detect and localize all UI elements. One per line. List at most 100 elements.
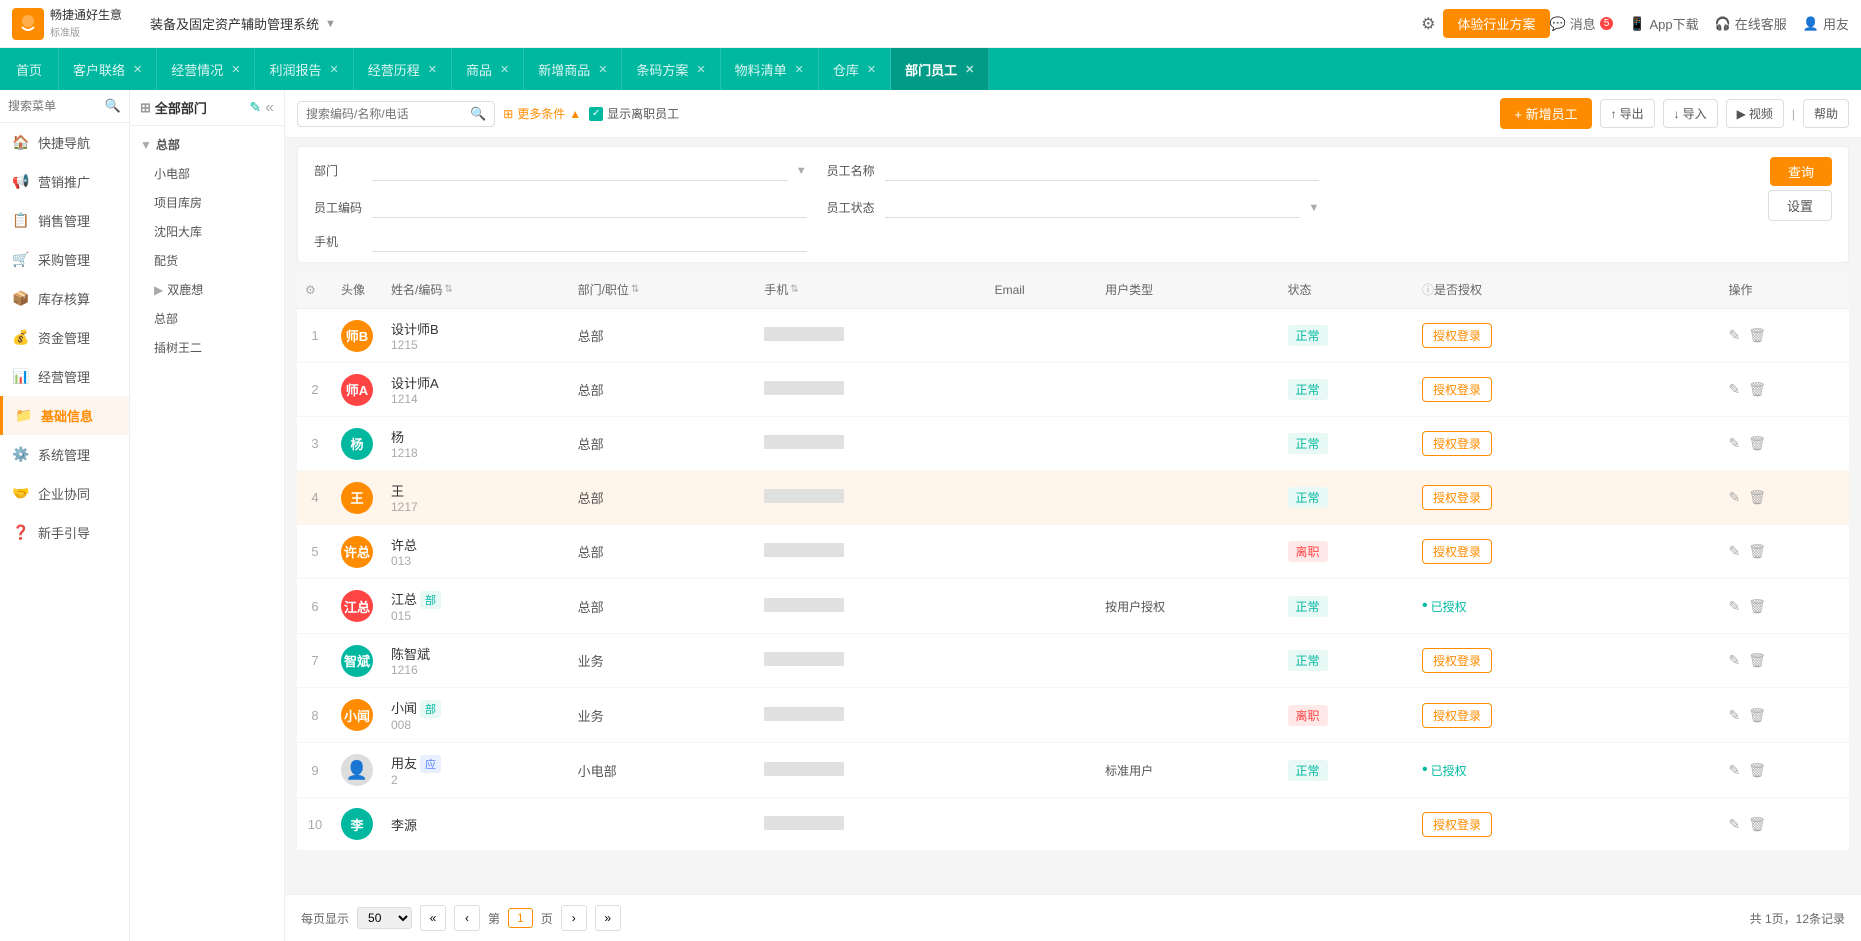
auth-button[interactable]: 授权登录: [1422, 431, 1492, 456]
close-icon[interactable]: ✕: [867, 63, 876, 76]
edit-icon[interactable]: ✎: [1728, 435, 1740, 452]
delete-icon[interactable]: 🗑: [1748, 489, 1766, 506]
close-icon[interactable]: ✕: [696, 63, 705, 76]
close-icon[interactable]: ✕: [965, 63, 974, 76]
phone-input[interactable]: [372, 231, 807, 252]
sidebar-item-guide[interactable]: ❓ 新手引导: [0, 513, 129, 552]
dept-node-shenyang[interactable]: 沈阳大库: [130, 217, 284, 246]
sidebar-item-inventory[interactable]: 📦 库存核算: [0, 279, 129, 318]
auth-button[interactable]: 授权登录: [1422, 703, 1492, 728]
edit-icon[interactable]: ✎: [1728, 652, 1740, 669]
sidebar-item-basic[interactable]: 📁 基础信息: [0, 396, 129, 435]
prev-page-btn[interactable]: ‹: [454, 905, 480, 931]
tab-home[interactable]: 首页: [8, 48, 59, 90]
tab-profit[interactable]: 利润报告 ✕: [255, 48, 353, 90]
sidebar-item-system[interactable]: ⚙️ 系统管理: [0, 435, 129, 474]
delete-icon[interactable]: 🗑: [1748, 381, 1766, 398]
delete-icon[interactable]: 🗑: [1748, 762, 1766, 779]
empstatus-select[interactable]: [885, 197, 1301, 218]
tab-department[interactable]: 部门员工 ✕: [891, 48, 989, 90]
delete-icon[interactable]: 🗑: [1748, 707, 1766, 724]
close-icon[interactable]: ✕: [500, 63, 509, 76]
dept-node-project[interactable]: 项目库房: [130, 188, 284, 217]
more-conditions-btn[interactable]: ⊞ 更多条件 ▲: [503, 105, 581, 122]
th-phone[interactable]: 手机 ⇅: [756, 271, 986, 309]
query-button[interactable]: 查询: [1770, 157, 1832, 186]
search-input[interactable]: [306, 107, 466, 121]
edit-icon[interactable]: ✎: [1728, 598, 1740, 615]
sidebar-item-marketing[interactable]: 📢 营销推广: [0, 162, 129, 201]
tab-history[interactable]: 经营历程 ✕: [354, 48, 452, 90]
auth-button[interactable]: 授权登录: [1422, 648, 1492, 673]
close-icon[interactable]: ✕: [598, 63, 607, 76]
sidebar-item-purchase[interactable]: 🛒 采购管理: [0, 240, 129, 279]
auth-button[interactable]: 授权登录: [1422, 812, 1492, 837]
help-button[interactable]: 帮助: [1803, 99, 1849, 128]
close-icon[interactable]: ✕: [330, 63, 339, 76]
auth-button[interactable]: 授权登录: [1422, 485, 1492, 510]
edit-icon[interactable]: ✎: [1728, 816, 1740, 833]
edit-icon[interactable]: ✎: [1728, 762, 1740, 779]
tab-operation[interactable]: 经营情况 ✕: [157, 48, 255, 90]
sidebar-item-finance[interactable]: 💰 资金管理: [0, 318, 129, 357]
settings-col-icon[interactable]: ⚙: [305, 283, 316, 297]
dept-select[interactable]: [372, 160, 788, 181]
dept-node-chashuwang[interactable]: 插树王二: [130, 333, 284, 362]
auth-button[interactable]: 授权登录: [1422, 377, 1492, 402]
edit-icon[interactable]: ✎: [1728, 381, 1740, 398]
auth-button[interactable]: 授权登录: [1422, 323, 1492, 348]
empcode-input[interactable]: [372, 197, 807, 218]
edit-icon[interactable]: ✎: [1728, 327, 1740, 344]
auth-button[interactable]: 授权登录: [1422, 539, 1492, 564]
dept-edit-icon[interactable]: ✎: [249, 99, 261, 117]
add-employee-button[interactable]: + 新增员工: [1500, 98, 1591, 129]
delete-icon[interactable]: 🗑: [1748, 816, 1766, 833]
th-dept[interactable]: 部门/职位 ⇅: [570, 271, 757, 309]
close-icon[interactable]: ✕: [795, 63, 804, 76]
dept-collapse-icon[interactable]: «: [265, 99, 274, 117]
export-button[interactable]: ↑ 导出: [1600, 99, 1655, 128]
sidebar-item-collab[interactable]: 🤝 企业协同: [0, 474, 129, 513]
online-service-btn[interactable]: 🎧 在线客服: [1715, 14, 1787, 33]
dept-node-dual[interactable]: ▶ 双鹿想: [130, 275, 284, 304]
delete-icon[interactable]: 🗑: [1748, 435, 1766, 452]
import-button[interactable]: ↓ 导入: [1663, 99, 1718, 128]
delete-icon[interactable]: 🗑: [1748, 652, 1766, 669]
delete-icon[interactable]: 🗑: [1748, 598, 1766, 615]
dept-node-small-elec[interactable]: 小电部: [130, 159, 284, 188]
app-download-btn[interactable]: 📱 App下载: [1629, 14, 1698, 33]
close-icon[interactable]: ✕: [428, 63, 437, 76]
edit-icon[interactable]: ✎: [1728, 543, 1740, 560]
dept-node-root[interactable]: ▼ 总部: [130, 130, 284, 159]
delete-icon[interactable]: 🗑: [1748, 543, 1766, 560]
close-icon[interactable]: ✕: [231, 63, 240, 76]
delete-icon[interactable]: 🗑: [1748, 327, 1766, 344]
dept-node-hq[interactable]: 总部: [130, 304, 284, 333]
edit-icon[interactable]: ✎: [1728, 707, 1740, 724]
last-page-btn[interactable]: »: [595, 905, 621, 931]
tab-customer[interactable]: 客户联络 ✕: [59, 48, 157, 90]
sidebar-item-sales[interactable]: 📋 销售管理: [0, 201, 129, 240]
tab-add-goods[interactable]: 新增商品 ✕: [524, 48, 622, 90]
first-page-btn[interactable]: «: [420, 905, 446, 931]
close-icon[interactable]: ✕: [133, 63, 142, 76]
show-resigned-toggle[interactable]: ✓ 显示离职员工: [589, 105, 679, 122]
sidebar-item-quicknav[interactable]: 🏠 快捷导航: [0, 123, 129, 162]
page-size-select[interactable]: 50 100 200: [357, 907, 412, 929]
trial-button[interactable]: 体验行业方案: [1443, 9, 1549, 38]
edit-icon[interactable]: ✎: [1728, 489, 1740, 506]
dept-node-delivery[interactable]: 配货: [130, 246, 284, 275]
tab-barcode[interactable]: 条码方案 ✕: [622, 48, 720, 90]
search-icon[interactable]: 🔍: [470, 106, 486, 122]
tab-bom[interactable]: 物料清单 ✕: [721, 48, 819, 90]
messages-btn[interactable]: 💬 消息 5: [1550, 14, 1614, 33]
tab-goods[interactable]: 商品 ✕: [452, 48, 524, 90]
next-page-btn[interactable]: ›: [561, 905, 587, 931]
view-button[interactable]: ▶ 视频: [1726, 99, 1784, 128]
sidebar-item-business[interactable]: 📊 经营管理: [0, 357, 129, 396]
empname-input[interactable]: [885, 160, 1320, 181]
user-avatar-btn[interactable]: 👤 用友: [1803, 14, 1849, 33]
tab-warehouse[interactable]: 仓库 ✕: [819, 48, 891, 90]
title-dropdown-icon[interactable]: ▼: [325, 18, 336, 30]
settings-icon[interactable]: ⚙: [1421, 14, 1435, 34]
